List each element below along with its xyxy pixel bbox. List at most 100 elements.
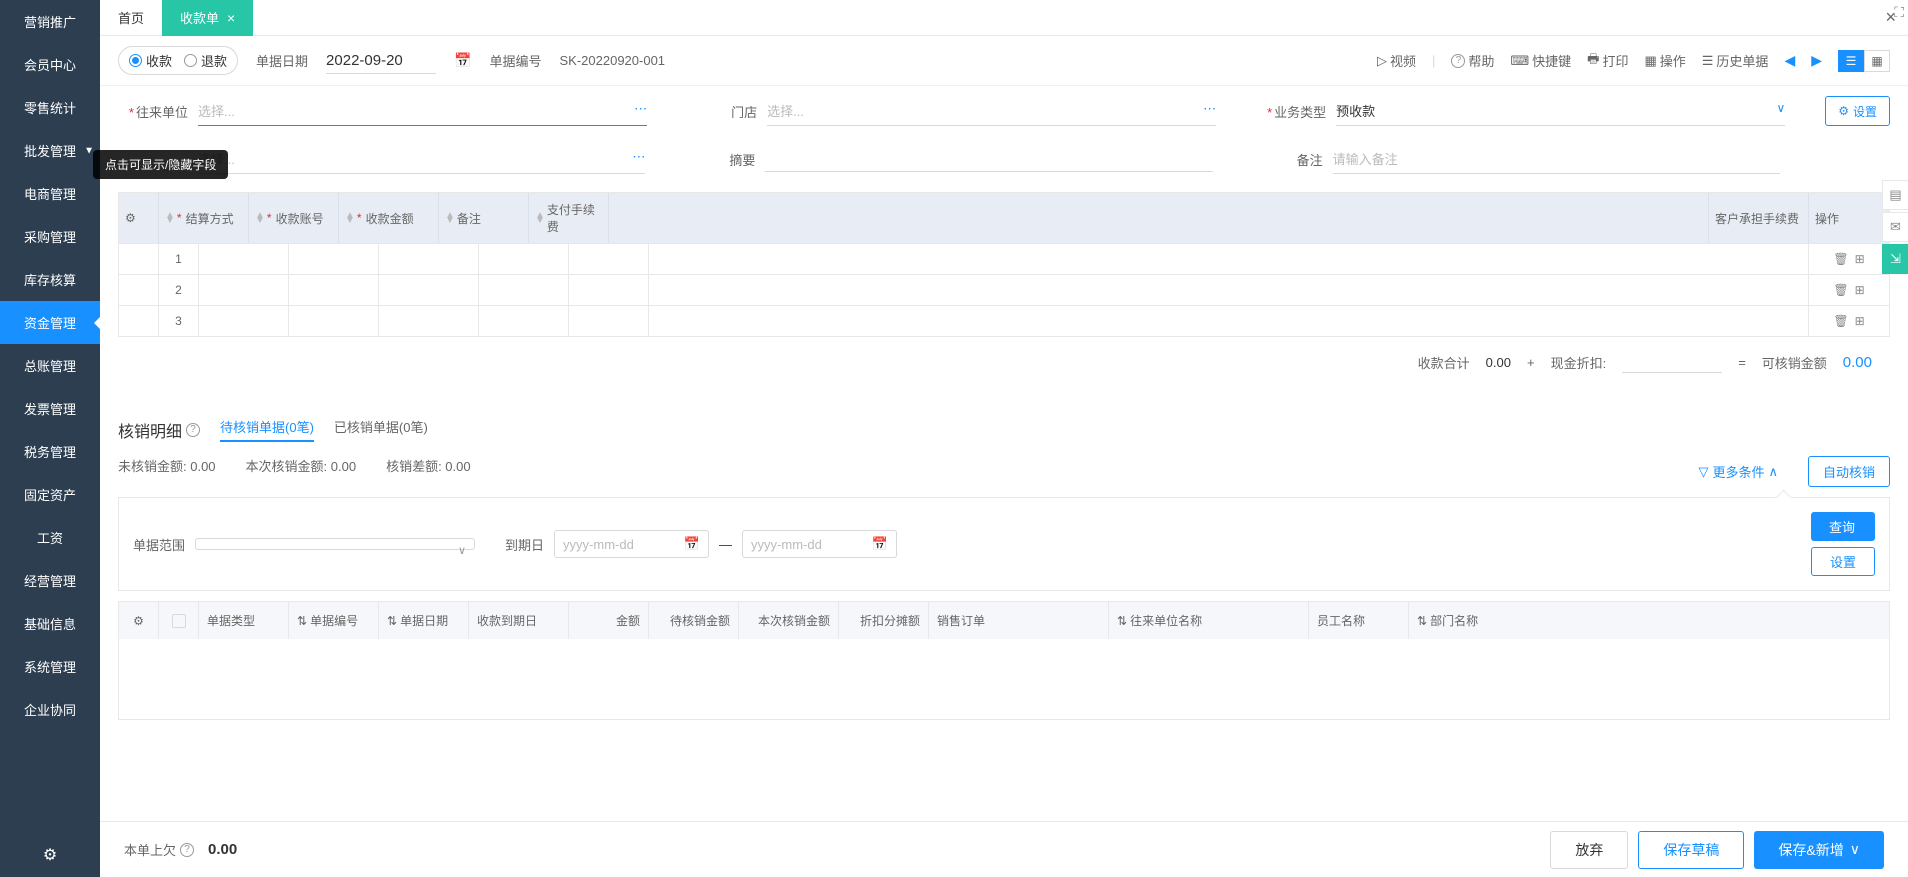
calendar-icon[interactable]: 📅 — [454, 52, 471, 69]
tab-done[interactable]: 已核销单据(0笔) — [334, 417, 428, 442]
col-settle[interactable]: ▲▼*结算方式 — [159, 193, 249, 243]
sidebar-item-salary[interactable]: 工资 — [0, 516, 100, 559]
add-icon[interactable]: ⊞ — [1855, 314, 1865, 328]
tab-receipt[interactable]: 收款单 × — [162, 0, 253, 36]
query-btn[interactable]: 查询 — [1811, 512, 1875, 541]
chevron-down-icon: ∨ — [1850, 841, 1860, 858]
sidebar-item-invoice[interactable]: 发票管理 — [0, 387, 100, 430]
hidden-select[interactable]: 选择...⋯ — [198, 144, 645, 174]
sidebar-settings-gear[interactable]: ⚙ — [0, 833, 100, 877]
dcol-pending[interactable]: 待核销金额 — [649, 602, 739, 639]
dcol-order[interactable]: 销售订单 — [929, 602, 1109, 639]
dcol-share[interactable]: 折扣分摊额 — [839, 602, 929, 639]
fullscreen-icon[interactable]: ⛶ — [1894, 4, 1904, 21]
table-row[interactable]: 2🗑⊞ — [119, 274, 1889, 305]
more-conditions[interactable]: ▽更多条件 ∧ — [1698, 456, 1778, 487]
detail-gear[interactable]: ⚙ — [119, 602, 159, 639]
dcol-partner[interactable]: ⇅往来单位名称 — [1109, 602, 1309, 639]
list-icon: ☰ — [1702, 53, 1714, 69]
sidebar-item-ledger[interactable]: 总账管理 — [0, 344, 100, 387]
print-icon: 🖶 — [1587, 50, 1599, 72]
chevron-down-icon[interactable]: ∨ — [1776, 101, 1785, 115]
col-fee[interactable]: ▲▼支付手续费 — [529, 193, 609, 243]
partner-select[interactable]: 选择...⋯ — [198, 96, 647, 126]
sidebar-item-collab[interactable]: 企业协同 — [0, 688, 100, 731]
col-amount[interactable]: ▲▼*收款金额 — [339, 193, 439, 243]
save-draft-button[interactable]: 保存草稿 — [1638, 831, 1744, 869]
delete-icon[interactable]: 🗑 — [1833, 283, 1848, 297]
table-row[interactable]: 3🗑⊞ — [119, 305, 1889, 336]
add-icon[interactable]: ⊞ — [1855, 283, 1865, 297]
view-card[interactable]: ▦ — [1864, 50, 1890, 72]
sidebar-item-basic-info[interactable]: 基础信息 — [0, 602, 100, 645]
doc-date-input[interactable]: 2022-09-20 — [326, 48, 436, 74]
dcol-no[interactable]: ⇅单据编号 — [289, 602, 379, 639]
tab-home[interactable]: 首页 — [100, 0, 162, 36]
add-icon[interactable]: ⊞ — [1855, 252, 1865, 266]
sidebar-item-inventory[interactable]: 库存核算 — [0, 258, 100, 301]
sidebar-item-ecommerce[interactable]: 电商管理 — [0, 172, 100, 215]
close-icon[interactable]: × — [227, 10, 235, 26]
more-icon[interactable]: ⋯ — [632, 149, 645, 165]
tab-pending[interactable]: 待核销单据(0笔) — [220, 417, 314, 442]
operate-link[interactable]: ▦操作 — [1644, 51, 1685, 70]
summary-input[interactable] — [765, 146, 1212, 172]
rail-btn-expand[interactable]: ⇲ — [1882, 244, 1908, 274]
dcol-emp[interactable]: 员工名称 — [1309, 602, 1409, 639]
dcol-due[interactable]: 收款到期日 — [469, 602, 569, 639]
save-new-button[interactable]: 保存&新增∨ — [1754, 831, 1884, 869]
dcol-dept[interactable]: ⇅部门名称 — [1409, 602, 1889, 639]
video-link[interactable]: ▷视频 — [1377, 51, 1416, 70]
question-icon[interactable]: ? — [180, 843, 194, 857]
owe-label: 本单上欠? — [124, 840, 194, 859]
discount-input[interactable] — [1622, 351, 1722, 373]
delete-icon[interactable]: 🗑 — [1833, 252, 1848, 266]
rail-btn-1[interactable]: ▤ — [1882, 180, 1908, 210]
radio-receive[interactable]: 收款 — [129, 51, 172, 70]
shortcut-link[interactable]: ⌨快捷键 — [1510, 51, 1571, 70]
rail-btn-2[interactable]: ✉ — [1882, 212, 1908, 242]
help-link[interactable]: ?帮助 — [1451, 51, 1494, 70]
detail-check-all[interactable] — [159, 602, 199, 639]
dcol-date[interactable]: ⇅单据日期 — [379, 602, 469, 639]
view-list[interactable]: ☰ — [1838, 50, 1864, 72]
sidebar-item-marketing[interactable]: 营销推广 — [0, 0, 100, 43]
sidebar-item-member[interactable]: 会员中心 — [0, 43, 100, 86]
sidebar-item-funds[interactable]: 资金管理 — [0, 301, 100, 344]
more-icon[interactable]: ⋯ — [1203, 101, 1216, 117]
sidebar-item-tax[interactable]: 税务管理 — [0, 430, 100, 473]
col-account[interactable]: ▲▼*收款账号 — [249, 193, 339, 243]
delete-icon[interactable]: 🗑 — [1833, 314, 1848, 328]
remark-input[interactable]: 请输入备注 — [1333, 144, 1780, 174]
biztype-select[interactable]: 预收款∨ — [1336, 96, 1785, 126]
more-icon[interactable]: ⋯ — [634, 101, 647, 117]
filter-settings-btn[interactable]: 设置 — [1811, 547, 1875, 576]
date-to[interactable]: yyyy-mm-dd📅 — [742, 530, 897, 558]
dcol-amount[interactable]: 金额 — [569, 602, 649, 639]
sidebar-item-fixed-assets[interactable]: 固定资产 — [0, 473, 100, 516]
sidebar-item-wholesale[interactable]: 批发管理▼ — [0, 129, 100, 172]
prev-page[interactable]: ◀ — [1784, 52, 1795, 69]
abandon-button[interactable]: 放弃 — [1550, 831, 1628, 869]
sidebar-item-system[interactable]: 系统管理 — [0, 645, 100, 688]
auto-writeoff-btn[interactable]: 自动核销 — [1808, 456, 1890, 487]
table-gear[interactable]: ⚙ — [119, 193, 159, 243]
date-from[interactable]: yyyy-mm-dd📅 — [554, 530, 709, 558]
sidebar-item-procurement[interactable]: 采购管理 — [0, 215, 100, 258]
store-select[interactable]: 选择...⋯ — [767, 96, 1216, 126]
calendar-icon: 📅 — [684, 536, 700, 552]
dcol-type[interactable]: 单据类型 — [199, 602, 289, 639]
question-icon[interactable]: ? — [186, 423, 200, 437]
table-row[interactable]: 1🗑⊞ — [119, 243, 1889, 274]
radio-refund[interactable]: 退款 — [184, 51, 227, 70]
col-remark[interactable]: ▲▼备注 — [439, 193, 529, 243]
docno-label: 单据编号 — [489, 51, 541, 70]
range-select[interactable]: ∨ — [195, 538, 475, 550]
history-link[interactable]: ☰历史单据 — [1702, 51, 1769, 70]
form-settings-btn[interactable]: ⚙设置 — [1825, 96, 1890, 126]
sidebar-item-retail-stats[interactable]: 零售统计 — [0, 86, 100, 129]
print-link[interactable]: 🖶打印 — [1587, 50, 1628, 72]
sidebar-item-operation[interactable]: 经营管理 — [0, 559, 100, 602]
dcol-this[interactable]: 本次核销金额 — [739, 602, 839, 639]
next-page[interactable]: ▶ — [1811, 52, 1822, 69]
